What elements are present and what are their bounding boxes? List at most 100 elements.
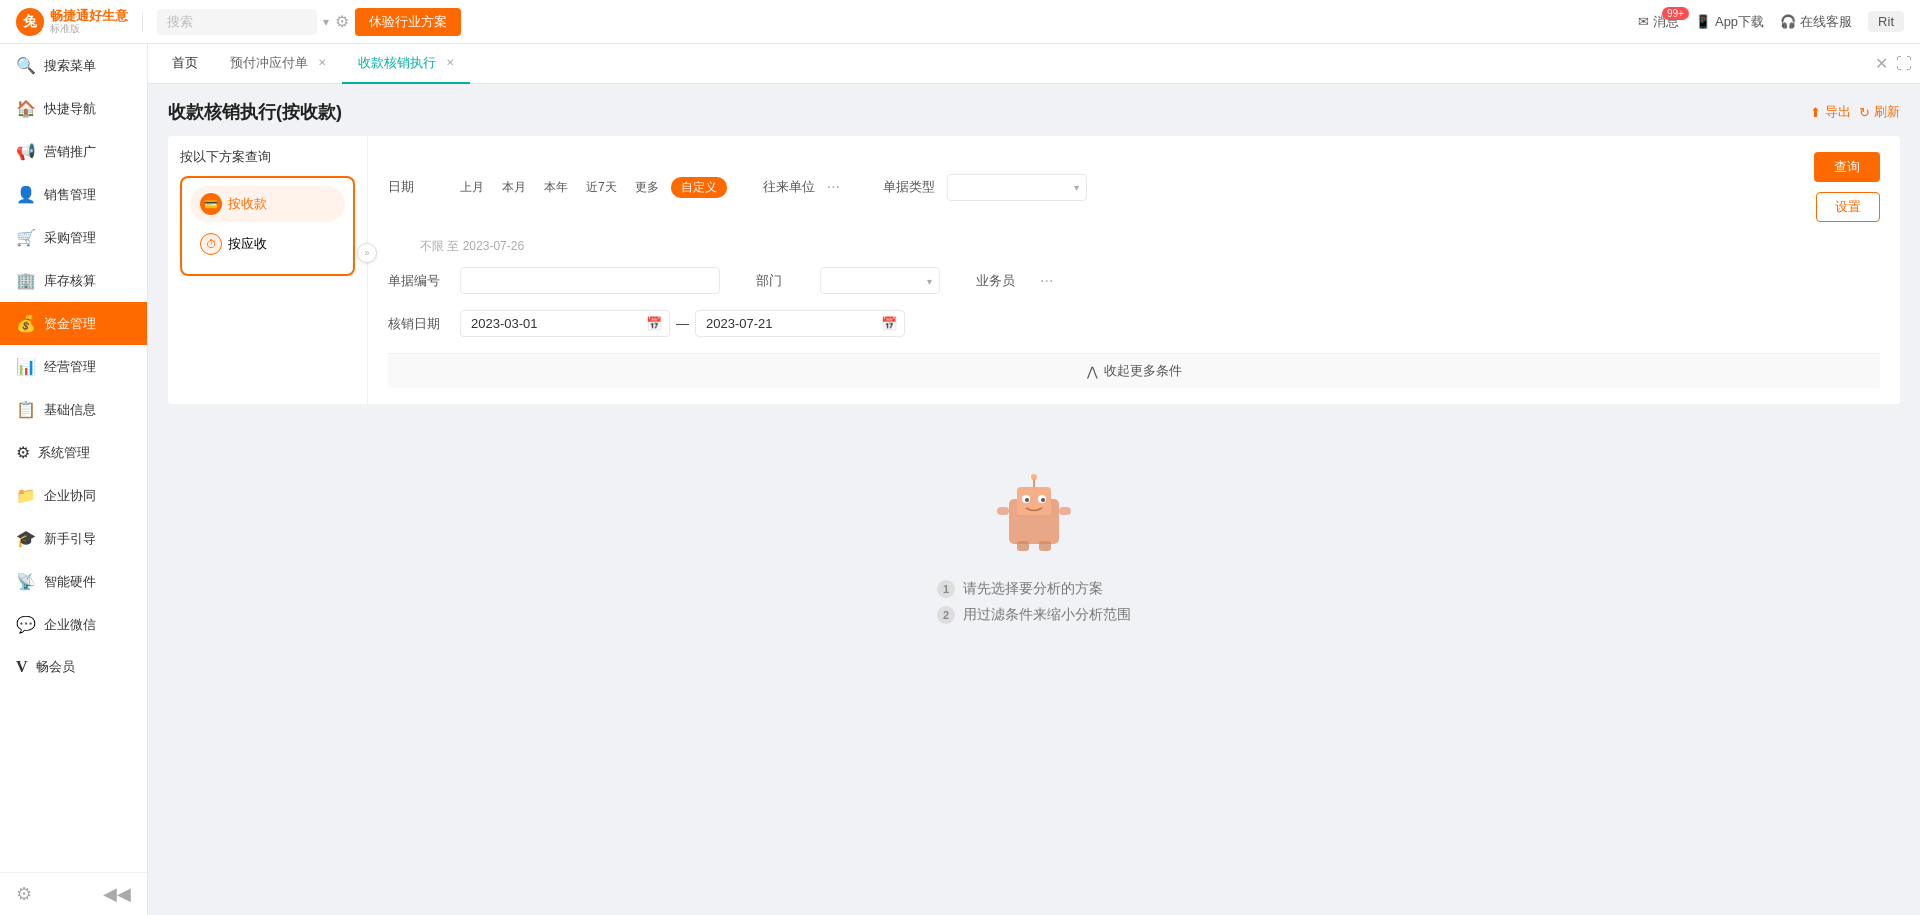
sidebar-item-enterprise[interactable]: 📁 企业协同 bbox=[0, 474, 147, 517]
writeoff-start-input[interactable] bbox=[460, 310, 670, 337]
sidebar-label-capital: 资金管理 bbox=[44, 315, 96, 333]
tab-close-all-icon[interactable]: ✕ bbox=[1875, 54, 1888, 73]
sidebar-label-smart-hw: 智能硬件 bbox=[44, 573, 96, 591]
date-tab-this-year[interactable]: 本年 bbox=[538, 177, 574, 198]
sidebar-label-sales: 销售管理 bbox=[44, 186, 96, 204]
sidebar-item-inventory[interactable]: 🏢 库存核算 bbox=[0, 259, 147, 302]
svg-rect-10 bbox=[1017, 541, 1029, 551]
sidebar-label-member: 畅会员 bbox=[36, 658, 75, 676]
date-label: 日期 bbox=[388, 178, 444, 196]
page-title: 收款核销执行(按收款) bbox=[168, 100, 342, 124]
empty-text: 1 请先选择要分析的方案 2 用过滤条件来缩小分析范围 bbox=[937, 580, 1131, 624]
sidebar-label-wechat: 企业微信 bbox=[44, 616, 96, 634]
message-button[interactable]: ✉ 消息 99+ bbox=[1638, 13, 1679, 31]
staff-label: 业务员 bbox=[976, 272, 1032, 290]
sidebar-item-system[interactable]: ⚙ 系统管理 bbox=[0, 431, 147, 474]
page-title-actions: ⬆ 导出 ↻ 刷新 bbox=[1810, 103, 1900, 121]
tab-home-label: 首页 bbox=[172, 54, 198, 72]
gear-icon[interactable]: ⚙ bbox=[335, 12, 349, 31]
filter-option-collection[interactable]: 💳 按收款 bbox=[190, 186, 345, 222]
refresh-button[interactable]: ↻ 刷新 bbox=[1859, 103, 1900, 121]
dept-filter: 部门 ▾ bbox=[756, 267, 940, 294]
message-badge: 99+ bbox=[1662, 7, 1689, 20]
user-avatar[interactable]: Rit bbox=[1868, 11, 1904, 32]
tab-collection-close[interactable]: ✕ bbox=[446, 57, 454, 68]
filter-section-title: 按以下方案查询 bbox=[180, 148, 355, 166]
date-tab-this-month[interactable]: 本月 bbox=[496, 177, 532, 198]
filter-options-border: 💳 按收款 ⏱ 按应收 bbox=[180, 176, 355, 276]
smart-hw-icon: 📡 bbox=[16, 572, 36, 591]
dept-label: 部门 bbox=[756, 272, 812, 290]
filter-row-3: 核销日期 📅 — 📅 bbox=[388, 310, 1880, 337]
customer-service-button[interactable]: 🎧 在线客服 bbox=[1780, 13, 1852, 31]
staff-more-icon[interactable]: ··· bbox=[1040, 272, 1060, 290]
hint-num-1: 1 bbox=[937, 580, 955, 598]
sidebar-label-operations: 经营管理 bbox=[44, 358, 96, 376]
date-tab-custom[interactable]: 自定义 bbox=[671, 177, 727, 198]
docno-input[interactable] bbox=[460, 267, 720, 294]
solution-button[interactable]: 休验行业方案 bbox=[355, 8, 461, 36]
sidebar-item-quick-nav[interactable]: 🏠 快捷导航 bbox=[0, 87, 147, 130]
app-download-button[interactable]: 📱 App下载 bbox=[1695, 13, 1764, 31]
sidebar-item-purchase[interactable]: 🛒 采购管理 bbox=[0, 216, 147, 259]
sidebar-label-purchase: 采购管理 bbox=[44, 229, 96, 247]
sidebar-item-beginner[interactable]: 🎓 新手引导 bbox=[0, 517, 147, 560]
logo-sub: 标准版 bbox=[50, 23, 128, 35]
topbar-right: ✉ 消息 99+ 📱 App下载 🎧 在线客服 Rit bbox=[1638, 11, 1904, 32]
sidebar-label-search: 搜索菜单 bbox=[44, 57, 96, 75]
svg-point-4 bbox=[1025, 498, 1029, 502]
dropdown-icon[interactable]: ▾ bbox=[323, 15, 329, 29]
sidebar-item-search[interactable]: 🔍 搜索菜单 bbox=[0, 44, 147, 87]
date-tab-last-month[interactable]: 上月 bbox=[454, 177, 490, 198]
svg-point-7 bbox=[1031, 474, 1037, 480]
filter-row-1: 日期 上月 本月 本年 近7天 更多 自定义 bbox=[388, 152, 1880, 222]
sidebar-item-smart-hw[interactable]: 📡 智能硬件 bbox=[0, 560, 147, 603]
message-icon: ✉ bbox=[1638, 14, 1649, 29]
counterpart-more-icon[interactable]: ··· bbox=[827, 178, 847, 196]
collapse-more-button[interactable]: ⋀ 收起更多条件 bbox=[388, 353, 1880, 388]
filter-option-receivable[interactable]: ⏱ 按应收 bbox=[190, 226, 345, 262]
beginner-icon: 🎓 bbox=[16, 529, 36, 548]
query-button[interactable]: 查询 bbox=[1814, 152, 1880, 182]
search-box[interactable]: 搜索 bbox=[157, 9, 317, 35]
date-tab-7days[interactable]: 近7天 bbox=[580, 177, 623, 198]
settings-icon[interactable]: ⚙ bbox=[16, 883, 32, 905]
export-button[interactable]: ⬆ 导出 bbox=[1810, 103, 1851, 121]
tab-expand-icon[interactable]: ⛶ bbox=[1896, 55, 1912, 73]
date-tabs: 上月 本月 本年 近7天 更多 自定义 bbox=[454, 177, 727, 198]
tab-home[interactable]: 首页 bbox=[156, 44, 214, 84]
date-range-display: 不限 至 2023-07-26 bbox=[420, 238, 1880, 255]
collapse-icon: ⋀ bbox=[1087, 364, 1098, 379]
sidebar-item-sales[interactable]: 👤 销售管理 bbox=[0, 173, 147, 216]
tab-prepay[interactable]: 预付冲应付单 ✕ bbox=[214, 44, 342, 84]
search-area: 搜索 ▾ ⚙ 休验行业方案 bbox=[157, 8, 1630, 36]
sidebar-item-wechat[interactable]: 💬 企业微信 bbox=[0, 603, 147, 646]
collection-option-label: 按收款 bbox=[228, 195, 267, 213]
dept-select[interactable] bbox=[820, 267, 940, 294]
doctype-select[interactable] bbox=[947, 174, 1087, 201]
filter-panel: 按以下方案查询 💳 按收款 ⏱ 按应收 » bbox=[168, 136, 1900, 404]
sidebar-item-basic-info[interactable]: 📋 基础信息 bbox=[0, 388, 147, 431]
sidebar-item-capital[interactable]: 💰 资金管理 bbox=[0, 302, 147, 345]
receivable-icon: ⏱ bbox=[200, 233, 222, 255]
sidebar-item-marketing[interactable]: 📢 营销推广 bbox=[0, 130, 147, 173]
sidebar-label-beginner: 新手引导 bbox=[44, 530, 96, 548]
writeoff-end-input[interactable] bbox=[695, 310, 905, 337]
counterpart-filter: 往来单位 ··· bbox=[763, 178, 847, 196]
date-tab-more[interactable]: 更多 bbox=[629, 177, 665, 198]
svg-rect-9 bbox=[1059, 507, 1071, 515]
tab-prepay-close[interactable]: ✕ bbox=[318, 57, 326, 68]
sidebar-item-operations[interactable]: 📊 经营管理 bbox=[0, 345, 147, 388]
empty-hint-1: 1 请先选择要分析的方案 bbox=[937, 580, 1103, 598]
filter-right: 日期 上月 本月 本年 近7天 更多 自定义 bbox=[368, 136, 1900, 404]
tab-collection[interactable]: 收款核销执行 ✕ bbox=[342, 44, 470, 84]
sidebar-label-quick-nav: 快捷导航 bbox=[44, 100, 96, 118]
doctype-label: 单据类型 bbox=[883, 178, 939, 196]
doctype-filter: 单据类型 ▾ bbox=[883, 174, 1087, 201]
tab-prepay-label: 预付冲应付单 bbox=[230, 54, 308, 72]
tab-bar-right: ✕ ⛶ bbox=[1875, 54, 1912, 73]
sidebar-item-member[interactable]: V 畅会员 bbox=[0, 646, 147, 688]
collapse-sidebar-icon[interactable]: ◀◀ bbox=[103, 883, 131, 905]
settings-button[interactable]: 设置 bbox=[1816, 192, 1880, 222]
home-icon: 🏠 bbox=[16, 99, 36, 118]
